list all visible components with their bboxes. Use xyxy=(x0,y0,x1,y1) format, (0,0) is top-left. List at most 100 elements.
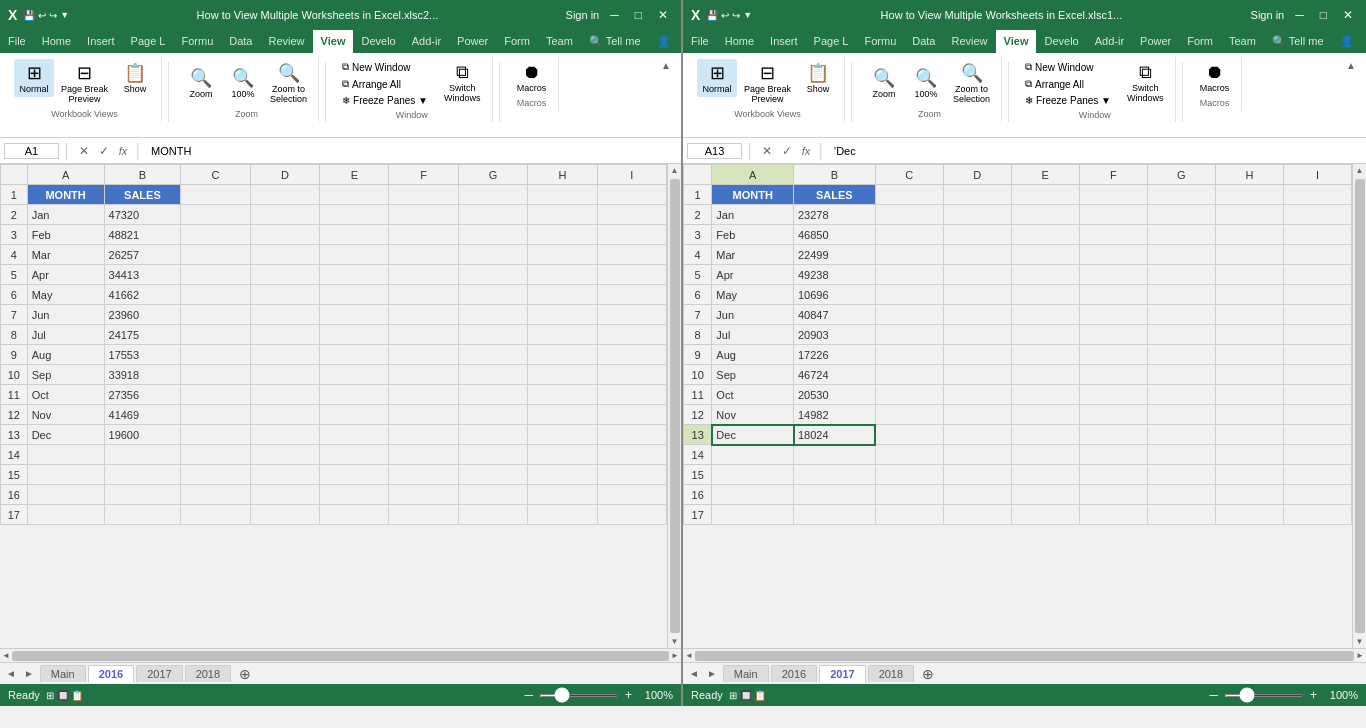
left-scroll-right[interactable]: ► xyxy=(671,651,679,660)
right-cell-F10[interactable] xyxy=(1079,365,1147,385)
left-cell-a10[interactable]: Sep xyxy=(27,365,104,385)
left-col-header-f[interactable]: F xyxy=(389,165,458,185)
left-cell-b5[interactable]: 34413 xyxy=(104,265,181,285)
right-cell-c1[interactable] xyxy=(875,185,943,205)
right-cell-E12[interactable] xyxy=(1011,405,1079,425)
right-col-header-i[interactable]: I xyxy=(1283,165,1351,185)
left-normal-btn[interactable]: ⊞ Normal xyxy=(14,59,54,97)
right-ribbon-collapse[interactable]: ▲ xyxy=(1344,57,1358,73)
left-formula-cancel[interactable]: ✕ xyxy=(76,144,92,158)
left-freeze-btn[interactable]: ❄ Freeze Panes ▼ xyxy=(338,93,432,108)
right-tab-addir[interactable]: Add-ir xyxy=(1087,30,1132,53)
right-cell-H6[interactable] xyxy=(1215,285,1283,305)
right-cell-D13[interactable] xyxy=(943,425,1011,445)
right-col-header-g[interactable]: G xyxy=(1147,165,1215,185)
left-tab-profile[interactable]: 👤 xyxy=(649,30,679,53)
right-cell-D7[interactable] xyxy=(943,305,1011,325)
right-cell-E13[interactable] xyxy=(1011,425,1079,445)
left-cell-I7[interactable] xyxy=(597,305,666,325)
right-cell-a1[interactable]: MONTH xyxy=(712,185,794,205)
right-tab-2016[interactable]: 2016 xyxy=(771,665,817,682)
left-formula-fx[interactable]: fx xyxy=(116,145,131,157)
right-tab-form[interactable]: Form xyxy=(1179,30,1221,53)
right-cell-H13[interactable] xyxy=(1215,425,1283,445)
left-tab-pagel[interactable]: Page L xyxy=(123,30,174,53)
right-col-header-f[interactable]: F xyxy=(1079,165,1147,185)
right-cell-a8[interactable]: Jul xyxy=(712,325,794,345)
right-normal-btn[interactable]: ⊞ Normal xyxy=(697,59,737,97)
right-scroll-left[interactable]: ◄ xyxy=(685,651,693,660)
left-cell-I10[interactable] xyxy=(597,365,666,385)
left-formula-ok[interactable]: ✓ xyxy=(96,144,112,158)
left-macros-btn[interactable]: ⏺ Macros xyxy=(512,59,552,96)
right-tab-view[interactable]: View xyxy=(996,30,1037,53)
right-formula-fx[interactable]: fx xyxy=(799,145,814,157)
right-tab-team[interactable]: Team xyxy=(1221,30,1264,53)
right-cell-E2[interactable] xyxy=(1011,205,1079,225)
left-cell-H5[interactable] xyxy=(528,265,597,285)
right-cell-D12[interactable] xyxy=(943,405,1011,425)
right-cell-G2[interactable] xyxy=(1147,205,1215,225)
right-tab-formu[interactable]: Formu xyxy=(856,30,904,53)
left-cell-H6[interactable] xyxy=(528,285,597,305)
right-cell-F4[interactable] xyxy=(1079,245,1147,265)
left-cell-E13[interactable] xyxy=(320,425,389,445)
right-cell-D8[interactable] xyxy=(943,325,1011,345)
left-zoom-btn[interactable]: 🔍 Zoom xyxy=(181,64,221,102)
right-cell-C8[interactable] xyxy=(875,325,943,345)
right-cell-G13[interactable] xyxy=(1147,425,1215,445)
left-cell-I8[interactable] xyxy=(597,325,666,345)
right-scroll-up[interactable]: ▲ xyxy=(1354,164,1366,177)
right-cell-b1[interactable]: SALES xyxy=(794,185,876,205)
right-cell-i1[interactable] xyxy=(1283,185,1351,205)
left-tab-home[interactable]: Home xyxy=(34,30,79,53)
right-restore-btn[interactable]: □ xyxy=(1315,6,1332,24)
right-cell-H5[interactable] xyxy=(1215,265,1283,285)
left-col-header-e[interactable]: E xyxy=(320,165,389,185)
left-cell-G12[interactable] xyxy=(458,405,527,425)
right-cell-b3[interactable]: 46850 xyxy=(794,225,876,245)
left-arrange-btn[interactable]: ⧉ Arrange All xyxy=(338,76,432,92)
right-tab-insert[interactable]: Insert xyxy=(762,30,806,53)
left-cell-F10[interactable] xyxy=(389,365,458,385)
left-cell-C4[interactable] xyxy=(181,245,250,265)
left-cell-F4[interactable] xyxy=(389,245,458,265)
left-tab-file[interactable]: File xyxy=(0,30,34,53)
right-cell-C6[interactable] xyxy=(875,285,943,305)
left-cell-D13[interactable] xyxy=(250,425,319,445)
left-cell-H11[interactable] xyxy=(528,385,597,405)
right-cell-F7[interactable] xyxy=(1079,305,1147,325)
left-cell-D11[interactable] xyxy=(250,385,319,405)
right-cell-b8[interactable]: 20903 xyxy=(794,325,876,345)
right-tab-profile[interactable]: 👤 xyxy=(1332,30,1362,53)
left-cell-b7[interactable]: 23960 xyxy=(104,305,181,325)
left-cell-C2[interactable] xyxy=(181,205,250,225)
right-cell-C12[interactable] xyxy=(875,405,943,425)
right-cell-F11[interactable] xyxy=(1079,385,1147,405)
left-tab-view[interactable]: View xyxy=(313,30,354,53)
left-tab-review[interactable]: Review xyxy=(261,30,313,53)
left-tab-2018[interactable]: 2018 xyxy=(185,665,231,682)
right-col-header-c[interactable]: C xyxy=(875,165,943,185)
left-scroll-left[interactable]: ◄ xyxy=(2,651,10,660)
left-scroll-down[interactable]: ▼ xyxy=(669,635,681,648)
left-cell-I2[interactable] xyxy=(597,205,666,225)
left-zoom-in-btn[interactable]: + xyxy=(625,688,632,702)
left-tab-data[interactable]: Data xyxy=(221,30,260,53)
right-cell-E3[interactable] xyxy=(1011,225,1079,245)
redo-icon-right[interactable]: ↪ xyxy=(732,10,740,21)
right-cell-e1[interactable] xyxy=(1011,185,1079,205)
right-new-window-btn[interactable]: ⧉ New Window xyxy=(1021,59,1115,75)
right-zoom-slider[interactable] xyxy=(1224,694,1304,697)
left-cell-C8[interactable] xyxy=(181,325,250,345)
left-cell-G10[interactable] xyxy=(458,365,527,385)
left-scroll-tabs-right[interactable]: ► xyxy=(20,668,38,679)
right-cell-D10[interactable] xyxy=(943,365,1011,385)
left-zoom-slider[interactable] xyxy=(539,694,619,697)
right-100pct-btn[interactable]: 🔍 100% xyxy=(906,64,946,102)
right-col-header-h[interactable]: H xyxy=(1215,165,1283,185)
left-restore-btn[interactable]: □ xyxy=(630,6,647,24)
right-cell-G4[interactable] xyxy=(1147,245,1215,265)
left-name-box[interactable] xyxy=(4,143,59,159)
left-cell-F8[interactable] xyxy=(389,325,458,345)
